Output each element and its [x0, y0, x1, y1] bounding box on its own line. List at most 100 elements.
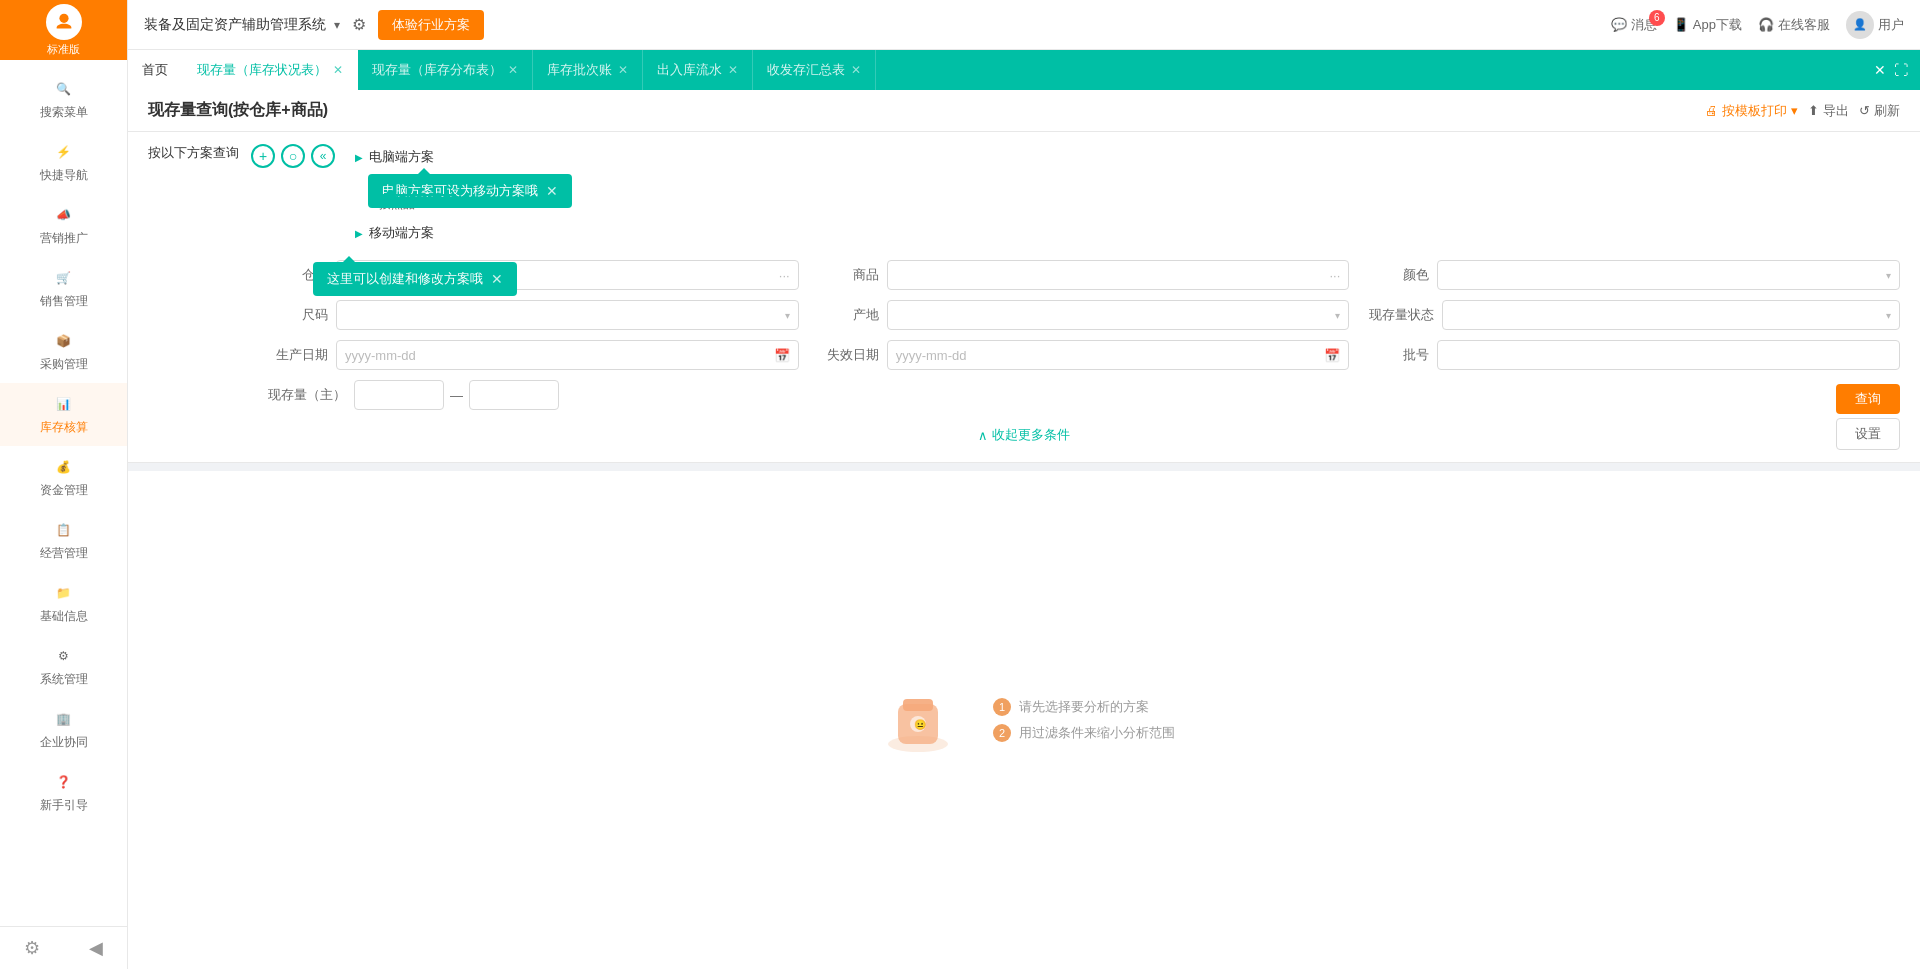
sidebar-item-sales[interactable]: 🛒 销售管理	[0, 257, 127, 320]
search-menu-icon: 🔍	[53, 78, 75, 100]
filter-field-stock-main: 现存量（主） —	[268, 380, 799, 410]
refresh-btn[interactable]: ↺ 刷新	[1859, 102, 1900, 120]
color-select-arrow: ▾	[1886, 270, 1891, 281]
sidebar-item-finance[interactable]: 💰 资金管理	[0, 446, 127, 509]
print-icon: 🖨	[1705, 103, 1718, 118]
close-all-tabs-btn[interactable]: ✕	[1874, 62, 1886, 78]
filter-field-color: 颜色 ▾	[1369, 260, 1900, 290]
goods-dots[interactable]: ···	[1329, 268, 1340, 283]
tab-close-in-out-flow[interactable]: ✕	[728, 63, 738, 77]
empty-state: 😐 1 请先选择要分析的方案 2 用过滤条件来缩小分析范围	[128, 471, 1920, 969]
page-actions: 🖨 按模板打印 ▾ ⬆ 导出 ↺ 刷新	[1705, 102, 1900, 120]
origin-select-arrow: ▾	[1335, 310, 1340, 321]
empty-step-1: 1 请先选择要分析的方案	[993, 698, 1175, 716]
stock-status-select[interactable]: ▾	[1442, 300, 1900, 330]
filter-field-expire-date: 失效日期 yyyy-mm-dd 📅	[819, 340, 1350, 370]
app-download-btn[interactable]: 📱 App下载	[1673, 16, 1742, 34]
warehouse-dots[interactable]: ···	[779, 268, 790, 283]
batch-input[interactable]	[1437, 340, 1900, 370]
finance-icon: 💰	[53, 456, 75, 478]
filter-area: 按以下方案查询 + ○ « 电脑方案可设为移动方案哦 ✕	[128, 132, 1920, 463]
scheme-group-desktop-header[interactable]: ▶ 电脑端方案	[355, 144, 485, 170]
scheme-tooltip: 电脑方案可设为移动方案哦 ✕	[368, 174, 572, 208]
tab-close-batch-account[interactable]: ✕	[618, 63, 628, 77]
reset-btn[interactable]: 设置	[1836, 418, 1900, 450]
collapse-more-btn[interactable]: ∧ 收起更多条件	[148, 420, 1900, 450]
message-icon: 💬	[1611, 17, 1627, 32]
sidebar-item-guide[interactable]: ❓ 新手引导	[0, 761, 127, 824]
tab-collect-send[interactable]: 收发存汇总表 ✕	[753, 50, 876, 90]
back-scheme-btn[interactable]: «	[311, 144, 335, 168]
scheme-group-mobile: ▶ 移动端方案	[355, 220, 485, 246]
sidebar-item-operations[interactable]: 📋 经营管理	[0, 509, 127, 572]
print-btn[interactable]: 🖨 按模板打印 ▾	[1705, 102, 1798, 120]
produce-date-input[interactable]: yyyy-mm-dd 📅	[336, 340, 799, 370]
tab-home[interactable]: 首页	[128, 50, 183, 90]
stock-main-range: —	[354, 380, 559, 410]
expire-date-label: 失效日期	[819, 346, 879, 364]
user-menu[interactable]: 👤 用户	[1846, 11, 1904, 39]
action-buttons: 查询 设置	[1836, 384, 1900, 450]
calendar2-icon: 📅	[1324, 348, 1340, 363]
tabbar: 首页 现存量（库存状况表） ✕ 现存量（库存分布表） ✕ 库存批次账 ✕ 出入库…	[128, 50, 1920, 90]
svg-rect-3	[903, 699, 933, 711]
sidebar-item-purchase[interactable]: 📦 采购管理	[0, 320, 127, 383]
tab-in-out-flow[interactable]: 出入库流水 ✕	[643, 50, 753, 90]
color-select[interactable]: ▾	[1437, 260, 1900, 290]
sidebar-item-marketing[interactable]: 📣 营销推广	[0, 194, 127, 257]
purchase-icon: 📦	[53, 330, 75, 352]
sidebar-item-inventory[interactable]: 📊 库存核算	[0, 383, 127, 446]
edit-scheme-btn[interactable]: ○	[281, 144, 305, 168]
stock-main-max[interactable]	[469, 380, 559, 410]
scheme-group-mobile-header[interactable]: ▶ 移动端方案	[355, 220, 485, 246]
message-badge: 6	[1649, 10, 1665, 26]
sidebar-item-system[interactable]: ⚙ 系统管理	[0, 635, 127, 698]
sidebar-item-enterprise[interactable]: 🏢 企业协同	[0, 698, 127, 761]
expand-tab-btn[interactable]: ⛶	[1894, 62, 1908, 78]
tab-batch-account[interactable]: 库存批次账 ✕	[533, 50, 643, 90]
refresh-icon: ↺	[1859, 103, 1870, 118]
export-btn[interactable]: ⬆ 导出	[1808, 102, 1849, 120]
operations-icon: 📋	[53, 519, 75, 541]
page-title: 现存量查询(按仓库+商品)	[148, 100, 1705, 121]
phone-icon: 📱	[1673, 17, 1689, 32]
tab-inventory-dist[interactable]: 现存量（库存分布表） ✕	[358, 50, 533, 90]
sidebar-item-base-info[interactable]: 📁 基础信息	[0, 572, 127, 635]
tab-inventory-status[interactable]: 现存量（库存状况表） ✕	[183, 50, 358, 90]
filter-field-batch: 批号	[1369, 340, 1900, 370]
expire-date-input[interactable]: yyyy-mm-dd 📅	[887, 340, 1350, 370]
message-btn[interactable]: 💬 消息 6	[1611, 16, 1657, 34]
tabbar-controls: ✕ ⛶	[1862, 62, 1920, 78]
sidebar-bottom: ⚙ ◀	[0, 926, 127, 969]
chevron-down-icon: ▶	[355, 152, 363, 163]
edit-tooltip-close[interactable]: ✕	[491, 271, 503, 287]
color-label: 颜色	[1369, 266, 1429, 284]
enterprise-icon: 🏢	[53, 708, 75, 730]
sidebar-item-search-menu[interactable]: 🔍 搜索菜单	[0, 68, 127, 131]
step-2-num: 2	[993, 724, 1011, 742]
support-btn[interactable]: 🎧 在线客服	[1758, 16, 1830, 34]
tab-close-collect-send[interactable]: ✕	[851, 63, 861, 77]
sidebar-item-quick-nav[interactable]: ⚡ 快捷导航	[0, 131, 127, 194]
size-select[interactable]: ▾	[336, 300, 799, 330]
scheme-tooltip-close[interactable]: ✕	[546, 183, 558, 199]
edit-tooltip: 这里可以创建和修改方案哦 ✕	[313, 262, 517, 296]
stock-main-min[interactable]	[354, 380, 444, 410]
search-btn[interactable]: 查询	[1836, 384, 1900, 414]
add-scheme-btn[interactable]: +	[251, 144, 275, 168]
sidebar-nav: 🔍 搜索菜单 ⚡ 快捷导航 📣 营销推广 🛒 销售管理 📦 采购管理 📊 库存核…	[0, 60, 127, 926]
svg-text:😐: 😐	[914, 718, 927, 731]
quick-nav-icon: ⚡	[53, 141, 75, 163]
tab-close-inventory-dist[interactable]: ✕	[508, 63, 518, 77]
trial-btn[interactable]: 体验行业方案	[378, 10, 484, 40]
main-area: 装备及固定资产辅助管理系统 ▾ ⚙ 体验行业方案 💬 消息 6 📱 App下载 …	[128, 0, 1920, 969]
tab-close-inventory-status[interactable]: ✕	[333, 63, 343, 77]
topbar-settings-icon[interactable]: ⚙	[352, 15, 366, 34]
topbar-right: 💬 消息 6 📱 App下载 🎧 在线客服 👤 用户	[1611, 11, 1904, 39]
sidebar-collapse-btn[interactable]: ◀	[89, 937, 103, 959]
system-dropdown[interactable]: ▾	[334, 18, 340, 32]
step-1-num: 1	[993, 698, 1011, 716]
origin-select[interactable]: ▾	[887, 300, 1350, 330]
stock-status-arrow: ▾	[1886, 310, 1891, 321]
sidebar-settings-btn[interactable]: ⚙	[24, 937, 40, 959]
